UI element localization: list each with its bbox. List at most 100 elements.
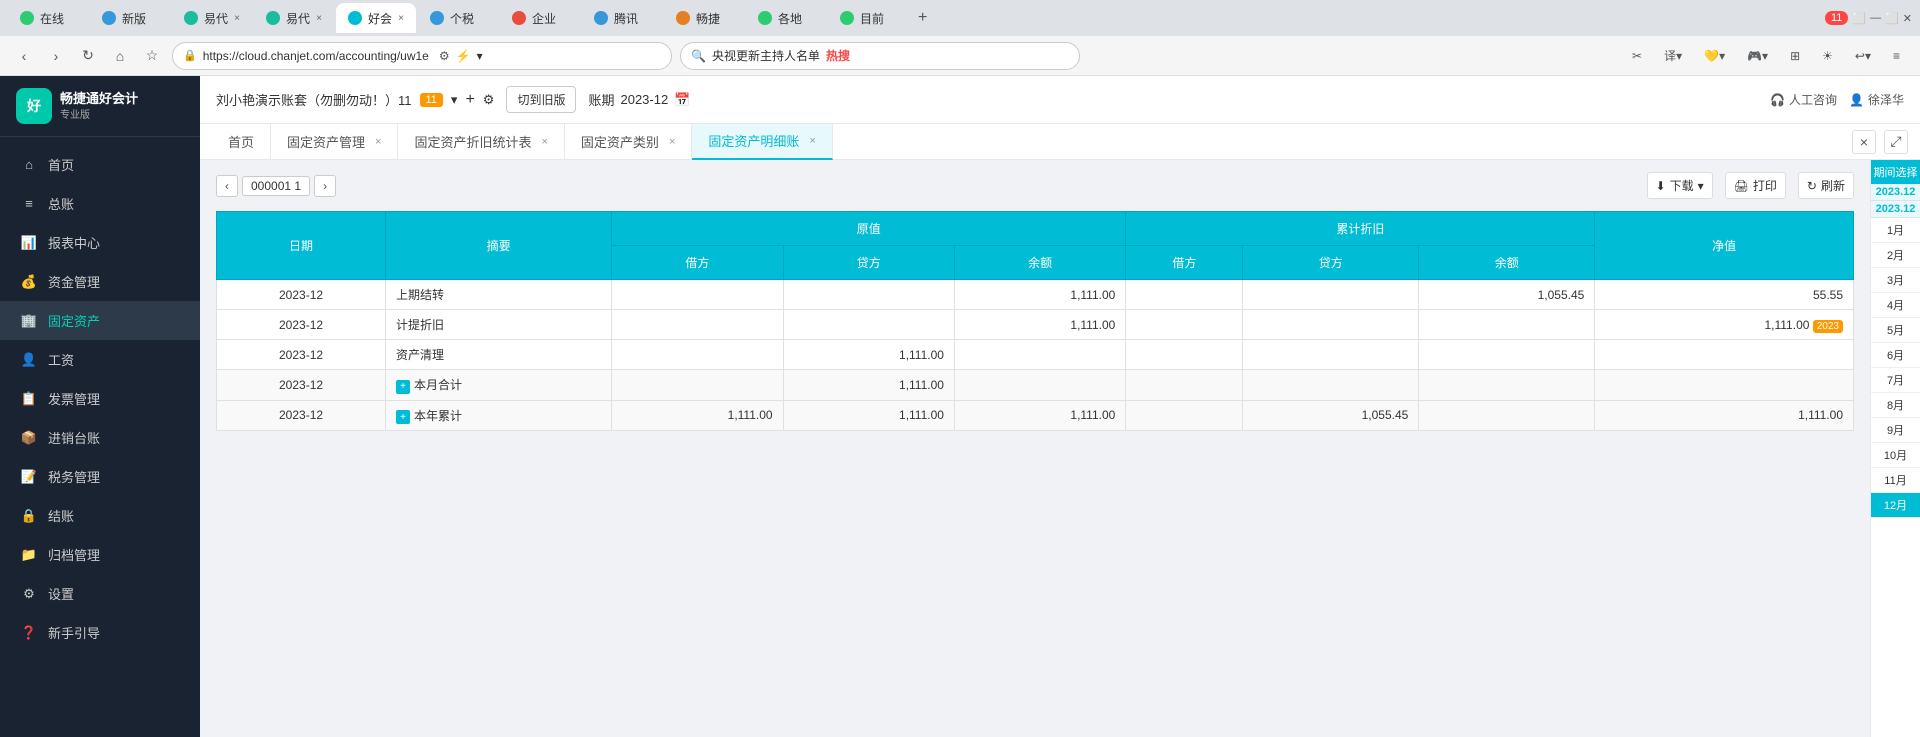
sidebar-item-report[interactable]: 📊 报表中心 xyxy=(0,223,200,262)
tab-fixed-cat-close[interactable]: × xyxy=(669,136,675,148)
search-bar[interactable]: 🔍 央视更新主持人名单 热搜 xyxy=(680,42,1080,70)
sidebar-item-guide[interactable]: ❓ 新手引导 xyxy=(0,613,200,652)
table-row[interactable]: 2023-12 上期结转 1,111.00 1,055.45 55.55 xyxy=(217,280,1854,310)
browser-tab-7[interactable]: 企业 xyxy=(500,3,580,33)
minimize-icon[interactable]: — xyxy=(1870,12,1881,24)
period-month-4[interactable]: 4月 xyxy=(1871,293,1920,318)
tab-fixed-detail[interactable]: 固定资产明细账 × xyxy=(692,124,832,160)
period-month-2[interactable]: 2月 xyxy=(1871,243,1920,268)
sidebar-label-stock: 进销台账 xyxy=(48,428,100,447)
add-company-icon[interactable]: + xyxy=(465,91,474,109)
sidebar-item-stock[interactable]: 📦 进销台账 xyxy=(0,418,200,457)
prev-page-button[interactable]: ‹ xyxy=(216,175,238,197)
bookmark-button[interactable]: ☆ xyxy=(140,44,164,68)
menu-btn[interactable]: ≡ xyxy=(1885,47,1908,65)
period-month-7[interactable]: 7月 xyxy=(1871,368,1920,393)
home-button[interactable]: ⌂ xyxy=(108,44,132,68)
scissors-btn[interactable]: ✂ xyxy=(1624,47,1650,65)
ai-consult-button[interactable]: 🎧 人工咨询 xyxy=(1770,91,1837,108)
period-month-12[interactable]: 12月 xyxy=(1871,493,1920,518)
period-month-11[interactable]: 11月 xyxy=(1871,468,1920,493)
sidebar-item-tax[interactable]: 📝 税务管理 xyxy=(0,457,200,496)
next-page-button[interactable]: › xyxy=(314,175,336,197)
sidebar-item-settings[interactable]: ⚙ 设置 xyxy=(0,574,200,613)
browser-tab-11[interactable]: 目前 xyxy=(828,3,908,33)
table-row[interactable]: 2023-12 +本月合计 1,111.00 xyxy=(217,370,1854,401)
browser-tab-3[interactable]: 易代 × xyxy=(172,3,252,33)
browser-tab-6[interactable]: 个税 xyxy=(418,3,498,33)
tab-icon-10 xyxy=(758,11,772,25)
period-month-3[interactable]: 3月 xyxy=(1871,268,1920,293)
switch-version-button[interactable]: 切到旧版 xyxy=(506,86,576,113)
browser-tab-5[interactable]: 好会 × xyxy=(336,3,416,33)
history-btn[interactable]: ↩▾ xyxy=(1847,47,1879,65)
tab-fixed-mgmt[interactable]: 固定资产管理 × xyxy=(271,124,398,160)
company-badge: 11 xyxy=(420,93,443,107)
sidebar-item-fund[interactable]: 💰 资金管理 xyxy=(0,262,200,301)
sidebar-item-ledger[interactable]: ≡ 总账 xyxy=(0,184,200,223)
maximize-icon[interactable]: ⬜ xyxy=(1885,12,1899,25)
tab-fixed-detail-close[interactable]: × xyxy=(809,135,815,147)
user-profile-button[interactable]: 👤 徐泽华 xyxy=(1849,91,1904,108)
address-dropdown-icon[interactable]: ▾ xyxy=(477,49,483,63)
browser-tab-2[interactable]: 新版 xyxy=(90,3,170,33)
period-year[interactable]: 2023.12 xyxy=(1871,184,1920,201)
tab-fixed-mgmt-close[interactable]: × xyxy=(375,136,381,148)
tab-fixed-cat[interactable]: 固定资产类别 × xyxy=(565,124,692,160)
table-row[interactable]: 2023-12 计提折旧 1,111.00 1,111.00 2023 xyxy=(217,310,1854,340)
browser-tab-10[interactable]: 各地 xyxy=(746,3,826,33)
translate-btn[interactable]: 译▾ xyxy=(1656,45,1690,66)
browser-tab-8[interactable]: 腾讯 xyxy=(582,3,662,33)
tab-close-4[interactable]: × xyxy=(316,13,322,24)
new-tab-button[interactable]: + xyxy=(910,9,935,27)
back-button[interactable]: ‹ xyxy=(12,44,36,68)
sidebar-item-fixed[interactable]: 🏢 固定资产 xyxy=(0,301,200,340)
th-net-value: 净值 xyxy=(1595,212,1854,280)
sidebar-item-invoice[interactable]: 📋 发票管理 xyxy=(0,379,200,418)
browser-tab-4[interactable]: 易代 × xyxy=(254,3,334,33)
period-month-10[interactable]: 10月 xyxy=(1871,443,1920,468)
refresh-button[interactable]: ↻ 刷新 xyxy=(1798,172,1854,199)
window-close-icon[interactable]: ✕ xyxy=(1903,12,1912,25)
settings-company-icon[interactable]: ⚙ xyxy=(483,92,495,108)
restore-icon[interactable]: ⬜ xyxy=(1852,12,1866,25)
period-month-5[interactable]: 5月 xyxy=(1871,318,1920,343)
tab-label-6: 个税 xyxy=(450,10,474,27)
game-btn[interactable]: 🎮▾ xyxy=(1739,47,1776,65)
lightning-icon[interactable]: ⚡ xyxy=(456,49,471,63)
print-button[interactable]: 🖨 打印 xyxy=(1725,172,1786,199)
tab-fixed-mgmt-label: 固定资产管理 xyxy=(287,132,365,151)
expand-tab-button[interactable]: ⤢ xyxy=(1884,130,1908,154)
sidebar-item-salary[interactable]: 👤 工资 xyxy=(0,340,200,379)
period-month-6[interactable]: 6月 xyxy=(1871,343,1920,368)
collapse-tab-button[interactable]: × xyxy=(1852,130,1876,154)
tab-home[interactable]: 首页 xyxy=(212,124,271,160)
table-row[interactable]: 2023-12 资产清理 1,111.00 xyxy=(217,340,1854,370)
period-month-1[interactable]: 1月 xyxy=(1871,218,1920,243)
browser-tab-1[interactable]: 在线 xyxy=(8,3,88,33)
tab-close-5[interactable]: × xyxy=(398,13,404,24)
wallet-btn[interactable]: 💛▾ xyxy=(1696,47,1733,65)
address-bar[interactable]: 🔒 https://cloud.chanjet.com/accounting/u… xyxy=(172,42,672,70)
download-button[interactable]: ⬇ 下载 ▾ xyxy=(1647,172,1713,199)
brightness-btn[interactable]: ☀ xyxy=(1814,47,1841,65)
sidebar-item-archive[interactable]: 📁 归档管理 xyxy=(0,535,200,574)
reload-button[interactable]: ↻ xyxy=(76,44,100,68)
period-year-2[interactable]: 2023.12 xyxy=(1871,201,1920,218)
apps-btn[interactable]: ⊞ xyxy=(1782,47,1808,65)
tab-fixed-depr-close[interactable]: × xyxy=(541,136,547,148)
toolbar: ‹ 000001 1 › ⬇ 下载 ▾ 🖨 打印 xyxy=(216,172,1854,199)
period-month-9[interactable]: 9月 xyxy=(1871,418,1920,443)
main-panel: ‹ 000001 1 › ⬇ 下载 ▾ 🖨 打印 xyxy=(200,160,1870,737)
dropdown-icon[interactable]: ▾ xyxy=(451,92,458,108)
tab-close-3[interactable]: × xyxy=(234,13,240,24)
browser-tab-9[interactable]: 畅捷 xyxy=(664,3,744,33)
calendar-icon[interactable]: 📅 xyxy=(674,92,690,108)
sidebar-item-home[interactable]: ⌂ 首页 xyxy=(0,145,200,184)
tab-fixed-depr[interactable]: 固定资产折旧统计表 × xyxy=(398,124,564,160)
period-month-8[interactable]: 8月 xyxy=(1871,393,1920,418)
sidebar-item-close[interactable]: 🔒 结账 xyxy=(0,496,200,535)
site-settings-icon[interactable]: ⚙ xyxy=(439,49,450,63)
table-row[interactable]: 2023-12 +本年累计 1,111.00 1,111.00 1,111.00… xyxy=(217,400,1854,431)
forward-button[interactable]: › xyxy=(44,44,68,68)
